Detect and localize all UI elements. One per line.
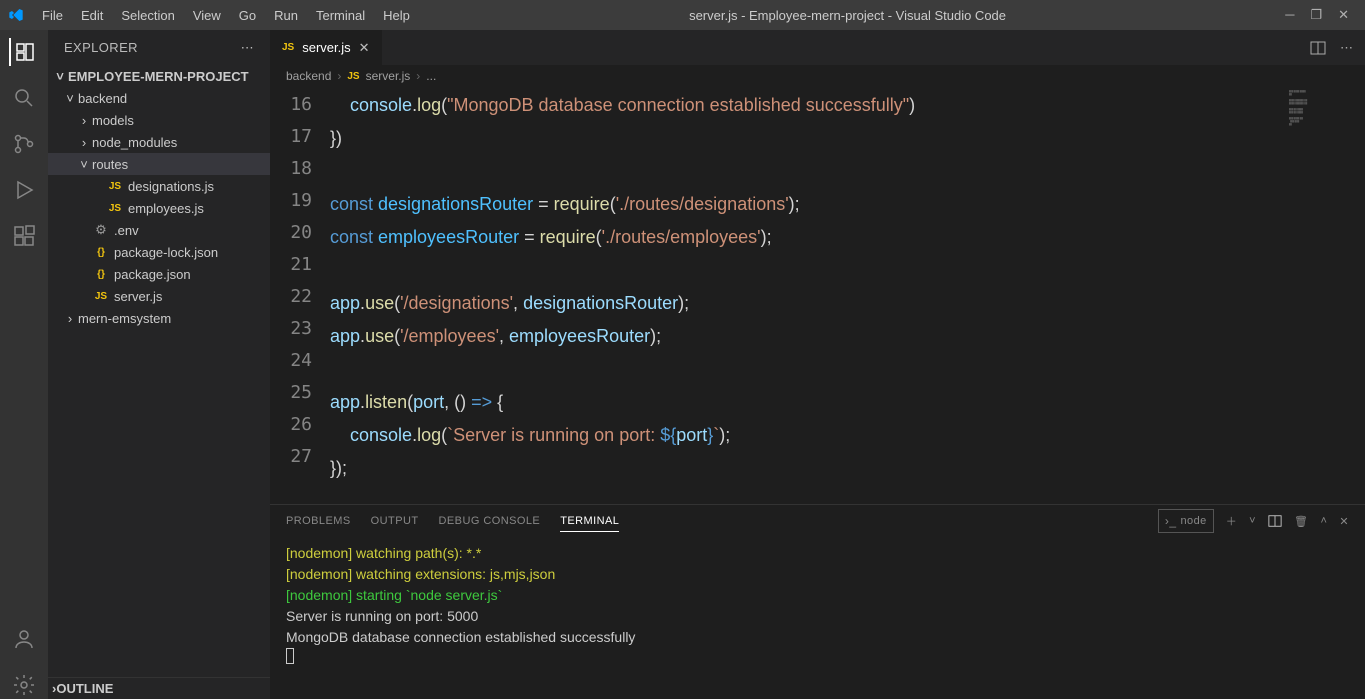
- explorer-label: EXPLORER: [64, 40, 138, 55]
- tree-label: employees.js: [128, 201, 204, 216]
- chevron-right-icon: ›: [76, 135, 92, 150]
- chevron-right-icon: ›: [76, 113, 92, 128]
- chevron-right-icon: ›: [62, 311, 78, 326]
- tree-item[interactable]: JS designations.js: [48, 175, 270, 197]
- tree-item[interactable]: JS employees.js: [48, 197, 270, 219]
- window-title: server.js - Employee-mern-project - Visu…: [418, 8, 1277, 23]
- code-content[interactable]: console.log("MongoDB database connection…: [330, 87, 1285, 504]
- file-icon: {}: [92, 247, 110, 258]
- bottom-panel: PROBLEMS OUTPUT DEBUG CONSOLE TERMINAL ›_ n…: [270, 504, 1365, 699]
- tree-label: models: [92, 113, 134, 128]
- tree-item[interactable]: JS server.js: [48, 285, 270, 307]
- tree-item[interactable]: ˅routes: [48, 153, 270, 175]
- minimap[interactable]: ███ ████ ██████████ ██████ ██████ ██████…: [1285, 87, 1365, 504]
- js-file-icon: JS: [347, 71, 359, 82]
- menu-file[interactable]: File: [34, 4, 71, 27]
- chevron-right-icon: ›: [337, 69, 341, 83]
- panel-tab-output[interactable]: OUTPUT: [371, 511, 419, 531]
- new-terminal-icon[interactable]: ＋: [1226, 509, 1237, 533]
- project-section[interactable]: ˅ EMPLOYEE-MERN-PROJECT: [48, 65, 270, 87]
- tab-bar: JS server.js ✕ ⋯: [270, 30, 1365, 65]
- tree-item[interactable]: ⚙ .env: [48, 219, 270, 241]
- settings-gear-icon[interactable]: [10, 671, 38, 699]
- panel-tab-debug-console[interactable]: DEBUG CONSOLE: [439, 511, 541, 531]
- tree-item[interactable]: ˅backend: [48, 87, 270, 109]
- chevron-down-icon: ˅: [62, 91, 78, 106]
- explorer-icon[interactable]: [9, 38, 37, 66]
- tree-label: package-lock.json: [114, 245, 218, 260]
- more-actions-icon[interactable]: ⋯: [1340, 40, 1353, 56]
- menu-bar: FileEditSelectionViewGoRunTerminalHelp: [34, 4, 418, 27]
- search-icon[interactable]: [10, 84, 38, 112]
- chevron-right-icon: ›: [416, 69, 420, 83]
- menu-run[interactable]: Run: [266, 4, 306, 27]
- tree-label: node_modules: [92, 135, 177, 150]
- chevron-down-icon: ˅: [76, 157, 92, 172]
- maximize-icon[interactable]: ❐: [1310, 7, 1322, 23]
- kill-terminal-icon[interactable]: 🗑: [1294, 511, 1308, 532]
- minimize-icon[interactable]: ─: [1285, 7, 1294, 23]
- run-debug-icon[interactable]: [10, 176, 38, 204]
- activity-bar: [0, 30, 48, 699]
- tree-item[interactable]: {} package-lock.json: [48, 241, 270, 263]
- menu-view[interactable]: View: [185, 4, 229, 27]
- js-file-icon: JS: [282, 42, 294, 53]
- tree-label: server.js: [114, 289, 162, 304]
- tree-item[interactable]: ›models: [48, 109, 270, 131]
- source-control-icon[interactable]: [10, 130, 38, 158]
- file-tree: ˅backend›models›node_modules˅routesJSdes…: [48, 87, 270, 677]
- tree-label: backend: [78, 91, 127, 106]
- panel-tab-terminal[interactable]: TERMINAL: [560, 511, 619, 532]
- tab-server-js[interactable]: JS server.js ✕: [270, 30, 382, 65]
- title-bar: FileEditSelectionViewGoRunTerminalHelp s…: [0, 0, 1365, 30]
- line-numbers: 161718192021222324252627: [270, 87, 330, 504]
- menu-go[interactable]: Go: [231, 4, 264, 27]
- file-icon: ⚙: [92, 222, 110, 238]
- tree-label: package.json: [114, 267, 191, 282]
- vscode-logo-icon: [8, 7, 24, 23]
- file-icon: JS: [106, 181, 124, 192]
- split-editor-icon[interactable]: [1310, 40, 1326, 56]
- terminal-output[interactable]: [nodemon] watching path(s): *.* [nodemon…: [270, 537, 1365, 699]
- terminal-type-selector[interactable]: ›_ node: [1158, 509, 1214, 533]
- crumb[interactable]: server.js: [366, 69, 411, 83]
- sidebar: EXPLORER ⋯ ˅ EMPLOYEE-MERN-PROJECT ˅back…: [48, 30, 270, 699]
- file-icon: JS: [92, 291, 110, 302]
- file-icon: {}: [92, 269, 110, 280]
- tree-label: mern-emsystem: [78, 311, 171, 326]
- tree-item[interactable]: {} package.json: [48, 263, 270, 285]
- terminal-dropdown-icon[interactable]: ˅: [1249, 511, 1256, 531]
- breadcrumb[interactable]: backend › JS server.js ›...: [270, 65, 1365, 87]
- close-tab-icon[interactable]: ✕: [359, 40, 370, 56]
- chevron-down-icon: ˅: [52, 69, 68, 84]
- tree-label: routes: [92, 157, 128, 172]
- maximize-panel-icon[interactable]: ˄: [1320, 511, 1327, 531]
- panel-tab-problems[interactable]: PROBLEMS: [286, 511, 351, 531]
- file-icon: JS: [106, 203, 124, 214]
- tree-label: designations.js: [128, 179, 214, 194]
- crumb[interactable]: backend: [286, 69, 331, 83]
- menu-edit[interactable]: Edit: [73, 4, 111, 27]
- menu-terminal[interactable]: Terminal: [308, 4, 373, 27]
- editor[interactable]: 161718192021222324252627 console.log("Mo…: [270, 87, 1365, 504]
- crumb[interactable]: ...: [426, 69, 436, 83]
- tree-item[interactable]: ›node_modules: [48, 131, 270, 153]
- close-panel-icon[interactable]: ✕: [1339, 511, 1349, 532]
- project-name: EMPLOYEE-MERN-PROJECT: [68, 69, 249, 84]
- more-icon[interactable]: ⋯: [241, 40, 254, 56]
- tab-label: server.js: [302, 40, 350, 55]
- tree-item[interactable]: ›mern-emsystem: [48, 307, 270, 329]
- menu-help[interactable]: Help: [375, 4, 418, 27]
- accounts-icon[interactable]: [10, 625, 38, 653]
- close-icon[interactable]: ✕: [1338, 7, 1349, 23]
- extensions-icon[interactable]: [10, 222, 38, 250]
- tree-label: .env: [114, 223, 139, 238]
- panel-tabs: PROBLEMS OUTPUT DEBUG CONSOLE TERMINAL ›_ n…: [270, 505, 1365, 537]
- menu-selection[interactable]: Selection: [113, 4, 182, 27]
- split-terminal-icon[interactable]: [1268, 510, 1282, 532]
- outline-section[interactable]: › OUTLINE: [48, 677, 270, 699]
